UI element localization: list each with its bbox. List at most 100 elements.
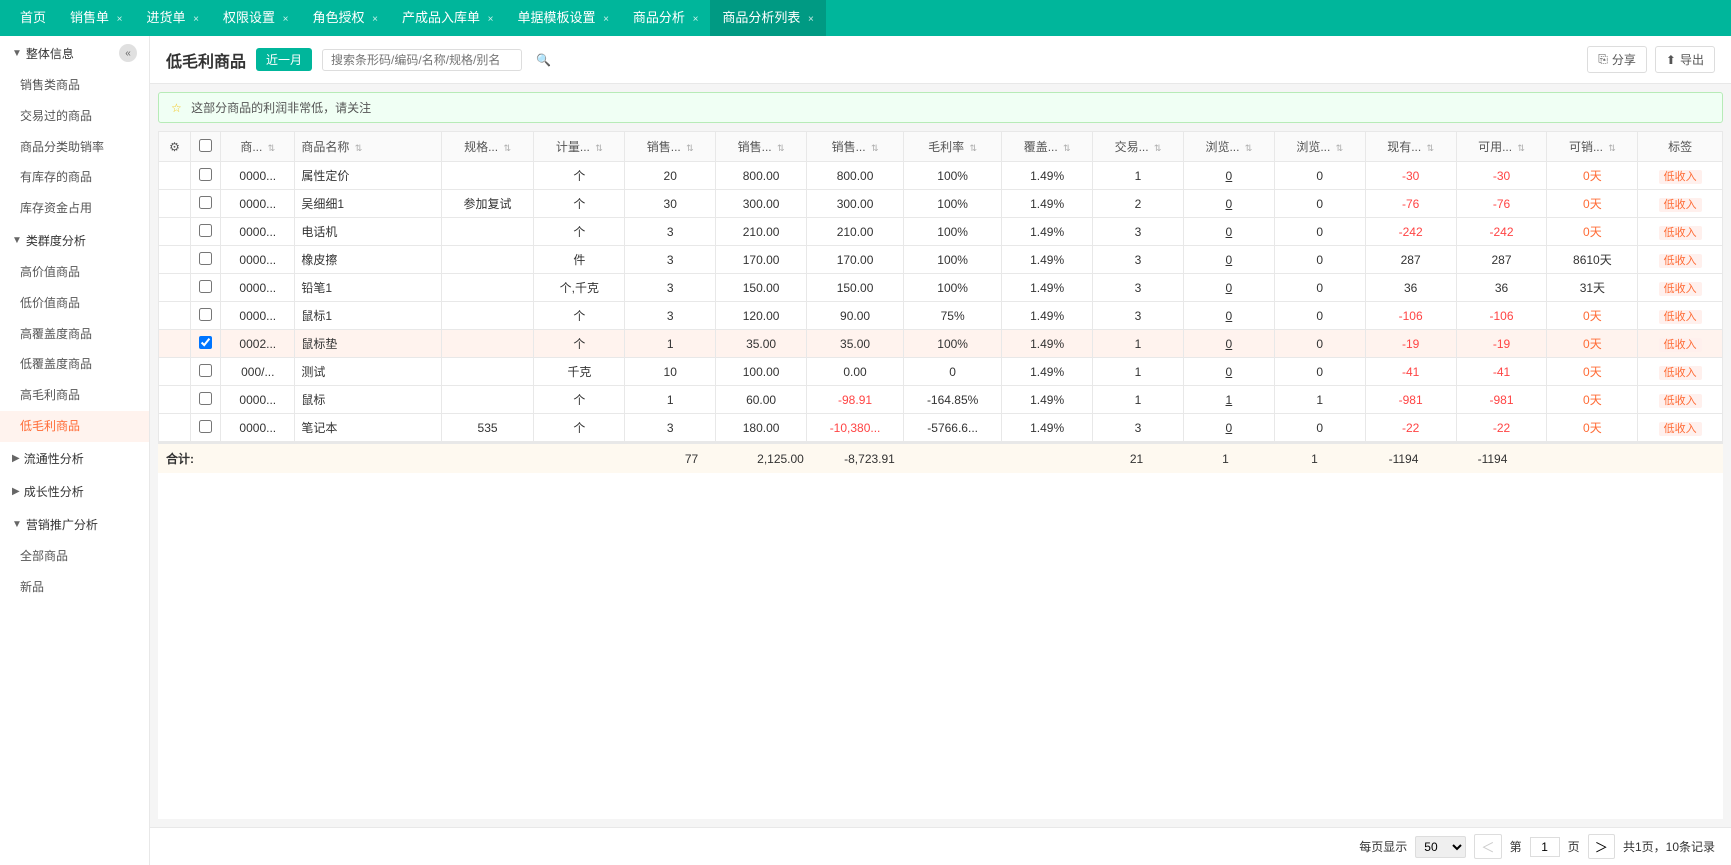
row-browse1-0[interactable]: 0 xyxy=(1183,162,1274,190)
nav-close-goods[interactable]: × xyxy=(693,14,699,25)
col-spec[interactable]: 规格... ⇅ xyxy=(441,132,534,162)
sidebar-item-low-value[interactable]: 低价值商品 xyxy=(0,288,149,319)
sidebar-item-low-margin[interactable]: 低毛利商品 xyxy=(0,411,149,442)
nav-sales[interactable]: 销售单 × xyxy=(58,0,134,36)
search-input[interactable] xyxy=(322,49,522,71)
col-browse2[interactable]: 浏览... ⇅ xyxy=(1274,132,1365,162)
sidebar-group-cluster[interactable]: ▼ 类群度分析 xyxy=(0,224,149,257)
sidebar-item-all-goods[interactable]: 全部商品 xyxy=(0,541,149,572)
col-current[interactable]: 现有... ⇅ xyxy=(1365,132,1456,162)
sidebar-item-goods-sales-rate[interactable]: 商品分类助销率 xyxy=(0,132,149,163)
nav-close-permission[interactable]: × xyxy=(283,14,289,25)
nav-role[interactable]: 角色授权 × xyxy=(300,0,389,36)
row-checkbox-4[interactable] xyxy=(191,274,221,302)
row-gear-4[interactable] xyxy=(159,274,191,302)
row-browse1-7[interactable]: 0 xyxy=(1183,358,1274,386)
nav-close-template[interactable]: × xyxy=(603,14,609,25)
page-number-input[interactable] xyxy=(1530,837,1560,857)
nav-home[interactable]: 首页 xyxy=(8,0,58,36)
date-filter-button[interactable]: 近一月 xyxy=(256,48,312,71)
sidebar-item-inventory-capital[interactable]: 库存资金占用 xyxy=(0,193,149,224)
row-checkbox-3[interactable] xyxy=(191,246,221,274)
row-browse1-8[interactable]: 1 xyxy=(1183,386,1274,414)
row-checkbox-1[interactable] xyxy=(191,190,221,218)
nav-goods-analysis[interactable]: 商品分析 × xyxy=(621,0,710,36)
row-select-0[interactable] xyxy=(199,168,212,181)
row-select-6[interactable] xyxy=(199,336,212,349)
row-gear-9[interactable] xyxy=(159,414,191,442)
row-checkbox-8[interactable] xyxy=(191,386,221,414)
col-sale-profit[interactable]: 销售... ⇅ xyxy=(807,132,904,162)
col-browse1[interactable]: 浏览... ⇅ xyxy=(1183,132,1274,162)
sidebar-item-new-goods[interactable]: 新品 xyxy=(0,572,149,603)
row-select-7[interactable] xyxy=(199,364,212,377)
col-gross-margin[interactable]: 毛利率 ⇅ xyxy=(904,132,1002,162)
row-browse1-1[interactable]: 0 xyxy=(1183,190,1274,218)
prev-page-button[interactable]: ＜ xyxy=(1474,834,1501,859)
nav-purchase[interactable]: 进货单 × xyxy=(135,0,211,36)
row-checkbox-0[interactable] xyxy=(191,162,221,190)
row-select-2[interactable] xyxy=(199,224,212,237)
row-browse1-6[interactable]: 0 xyxy=(1183,330,1274,358)
page-size-select[interactable]: 50 100 200 xyxy=(1415,836,1466,858)
row-gear-1[interactable] xyxy=(159,190,191,218)
col-available[interactable]: 可用... ⇅ xyxy=(1456,132,1547,162)
nav-close-product-in[interactable]: × xyxy=(488,14,494,25)
row-gear-3[interactable] xyxy=(159,246,191,274)
sidebar-item-traded-goods[interactable]: 交易过的商品 xyxy=(0,101,149,132)
col-gear[interactable]: ⚙ xyxy=(159,132,191,162)
row-select-3[interactable] xyxy=(199,252,212,265)
row-checkbox-2[interactable] xyxy=(191,218,221,246)
share-button[interactable]: ⎘ 分享 xyxy=(1587,46,1647,73)
col-unit[interactable]: 计量... ⇅ xyxy=(534,132,625,162)
row-gear-7[interactable] xyxy=(159,358,191,386)
row-checkbox-5[interactable] xyxy=(191,302,221,330)
col-name[interactable]: 商品名称 ⇅ xyxy=(295,132,441,162)
sidebar-item-high-coverage[interactable]: 高覆盖度商品 xyxy=(0,319,149,350)
row-browse1-5[interactable]: 0 xyxy=(1183,302,1274,330)
next-page-button[interactable]: ＞ xyxy=(1588,834,1615,859)
row-browse1-3[interactable]: 0 xyxy=(1183,246,1274,274)
sidebar-item-low-coverage[interactable]: 低覆盖度商品 xyxy=(0,349,149,380)
sidebar-item-sales-goods[interactable]: 销售类商品 xyxy=(0,70,149,101)
row-checkbox-6[interactable] xyxy=(191,330,221,358)
row-browse1-4[interactable]: 0 xyxy=(1183,274,1274,302)
nav-close-purchase[interactable]: × xyxy=(193,14,199,25)
row-select-8[interactable] xyxy=(199,392,212,405)
nav-permission[interactable]: 权限设置 × xyxy=(211,0,300,36)
search-icon[interactable]: 🔍 xyxy=(536,53,551,67)
select-all-checkbox[interactable] xyxy=(199,139,212,152)
col-tx-count[interactable]: 交易... ⇅ xyxy=(1093,132,1184,162)
col-sale-qty[interactable]: 销售... ⇅ xyxy=(625,132,716,162)
row-select-1[interactable] xyxy=(199,196,212,209)
sidebar-item-stocked-goods[interactable]: 有库存的商品 xyxy=(0,162,149,193)
row-checkbox-9[interactable] xyxy=(191,414,221,442)
row-select-5[interactable] xyxy=(199,308,212,321)
sidebar-group-marketing[interactable]: ▼ 营销推广分析 xyxy=(0,508,149,541)
sidebar-collapse-btn[interactable]: « xyxy=(119,44,137,62)
sidebar-group-circulation[interactable]: ▶ 流通性分析 xyxy=(0,442,149,475)
nav-product-in[interactable]: 产成品入库单 × xyxy=(390,0,505,36)
col-coverage[interactable]: 覆盖... ⇅ xyxy=(1002,132,1093,162)
export-button[interactable]: ⬆ 导出 xyxy=(1655,46,1715,73)
nav-close-role[interactable]: × xyxy=(372,14,378,25)
col-sale-amt[interactable]: 销售... ⇅ xyxy=(716,132,807,162)
sidebar-item-high-value[interactable]: 高价值商品 xyxy=(0,257,149,288)
sidebar-item-high-margin[interactable]: 高毛利商品 xyxy=(0,380,149,411)
row-checkbox-7[interactable] xyxy=(191,358,221,386)
row-gear-0[interactable] xyxy=(159,162,191,190)
row-gear-6[interactable] xyxy=(159,330,191,358)
nav-close-goods-list[interactable]: × xyxy=(808,14,814,25)
col-tag[interactable]: 标签 xyxy=(1638,132,1723,162)
col-saleable[interactable]: 可销... ⇅ xyxy=(1547,132,1638,162)
gear-icon[interactable]: ⚙ xyxy=(169,140,180,154)
nav-template[interactable]: 单据模板设置 × xyxy=(505,0,620,36)
row-select-4[interactable] xyxy=(199,280,212,293)
sidebar-group-overall[interactable]: ▼ 整体信息 « xyxy=(0,36,149,70)
row-gear-8[interactable] xyxy=(159,386,191,414)
row-select-9[interactable] xyxy=(199,420,212,433)
row-gear-5[interactable] xyxy=(159,302,191,330)
row-browse1-2[interactable]: 0 xyxy=(1183,218,1274,246)
nav-goods-analysis-list[interactable]: 商品分析列表 × xyxy=(710,0,825,36)
col-checkbox[interactable] xyxy=(191,132,221,162)
